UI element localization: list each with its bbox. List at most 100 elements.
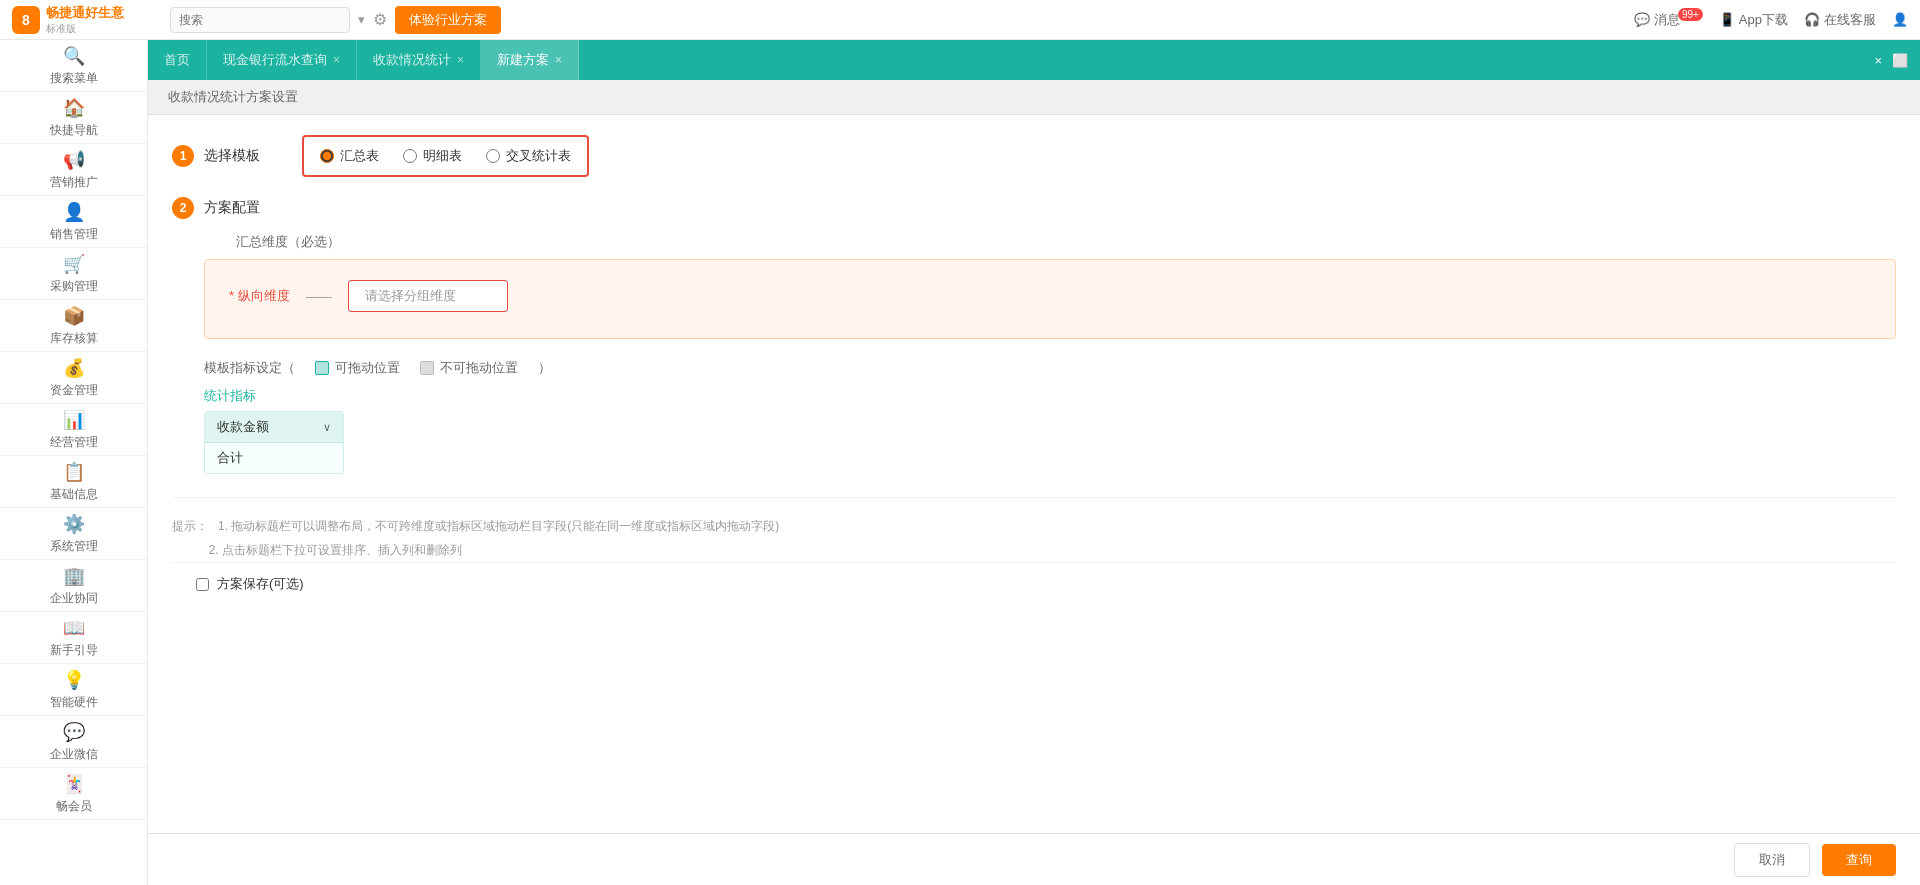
sidebar-item-hardware[interactable]: 💡 智能硬件 (0, 664, 147, 716)
tab-cashflow[interactable]: 现金银行流水查询 × (207, 40, 357, 80)
step2-header: 2 方案配置 (172, 197, 1896, 219)
sidebar-item-guide[interactable]: 📖 新手引导 (0, 612, 147, 664)
dimension-select[interactable]: 请选择分组维度 (348, 280, 508, 312)
query-button[interactable]: 查询 (1822, 844, 1896, 876)
sidebar-item-purchase[interactable]: 🛒 采购管理 (0, 248, 147, 300)
dimension-title: 汇总维度（必选） (236, 233, 1896, 251)
step1-section: 1 选择模板 汇总表 明细表 交叉统计表 (172, 135, 1896, 177)
sidebar-item-label: 采购管理 (50, 278, 98, 295)
sidebar-item-marketing[interactable]: 📢 营销推广 (0, 144, 147, 196)
indicator-col-header[interactable]: 收款金额 ∨ (205, 412, 343, 443)
tab-close-newplan[interactable]: × (555, 53, 562, 67)
tab-home[interactable]: 首页 (148, 40, 207, 80)
wechat-icon: 💬 (63, 721, 85, 743)
chevron-down-icon[interactable]: ▾ (358, 12, 365, 27)
tip-1: 提示： 1. 拖动标题栏可以调整布局，不可跨维度或指标区域拖动栏目字段(只能在同… (172, 514, 1896, 538)
tab-new-plan[interactable]: 新建方案 × (481, 40, 579, 80)
sidebar-item-collab[interactable]: 🏢 企业协同 (0, 560, 147, 612)
hardware-icon: 💡 (63, 669, 85, 691)
member-icon: 🃏 (63, 773, 85, 795)
window-restore-icon[interactable]: ⬜ (1892, 53, 1908, 68)
fixed-color-box (420, 361, 434, 375)
save-label[interactable]: 方案保存(可选) (217, 575, 304, 593)
indicator-section: 模板指标设定（ 可拖动位置 不可拖动位置 ） 统计指标 收款金额 (204, 359, 1896, 477)
sidebar-item-label: 系统管理 (50, 538, 98, 555)
cancel-button[interactable]: 取消 (1734, 843, 1810, 877)
settings-icon[interactable]: ⚙ (373, 10, 387, 29)
management-icon: 📊 (63, 409, 85, 431)
tab-close-cashflow[interactable]: × (333, 53, 340, 67)
template-radio-group: 汇总表 明细表 交叉统计表 (302, 135, 589, 177)
sales-icon: 👤 (63, 201, 85, 223)
sidebar-item-label: 销售管理 (50, 226, 98, 243)
indicator-table: 收款金额 ∨ 合计 (204, 411, 344, 474)
sidebar-item-search[interactable]: 🔍 搜索菜单 (0, 40, 147, 92)
sidebar-item-label: 搜索菜单 (50, 70, 98, 87)
dimension-section: 汇总维度（必选） 纵向维度 —— 请选择分组维度 (204, 233, 1896, 339)
sidebar-item-label: 营销推广 (50, 174, 98, 191)
dimension-box: 纵向维度 —— 请选择分组维度 (204, 259, 1896, 339)
system-icon: ⚙️ (63, 513, 85, 535)
tip-2: 2. 点击标题栏下拉可设置排序、插入列和删除列 (172, 538, 1896, 562)
user-icon: 👤 (1892, 12, 1908, 27)
home-icon: 🏠 (63, 97, 85, 119)
sidebar-item-label: 快捷导航 (50, 122, 98, 139)
tab-close-stats[interactable]: × (457, 53, 464, 67)
message-icon: 💬 (1634, 12, 1650, 27)
vertical-dimension-row: 纵向维度 —— 请选择分组维度 (229, 280, 1871, 312)
guide-icon: 📖 (63, 617, 85, 639)
top-bar-right: 💬 消息 99+ 📱 App下载 🎧 在线客服 👤 (1634, 11, 1908, 29)
sidebar-item-label: 智能硬件 (50, 694, 98, 711)
col-chevron-icon[interactable]: ∨ (323, 421, 331, 434)
sidebar-item-system[interactable]: ⚙️ 系统管理 (0, 508, 147, 560)
main-content: 收款情况统计方案设置 1 选择模板 汇总表 明细表 (148, 80, 1920, 885)
top-bar-middle: ▾ ⚙ 体验行业方案 (160, 6, 1634, 34)
message-item[interactable]: 💬 消息 99+ (1634, 11, 1703, 29)
movable-color-box (315, 361, 329, 375)
search-input[interactable] (170, 7, 350, 33)
collab-icon: 🏢 (63, 565, 85, 587)
sidebar-item-wechat[interactable]: 💬 企业微信 (0, 716, 147, 768)
radio-detail[interactable]: 明细表 (403, 147, 462, 165)
finance-icon: 💰 (63, 357, 85, 379)
sidebar-item-label: 企业微信 (50, 746, 98, 763)
search-icon: 🔍 (63, 45, 85, 67)
sidebar-item-management[interactable]: 📊 经营管理 (0, 404, 147, 456)
radio-summary[interactable]: 汇总表 (320, 147, 379, 165)
industry-button[interactable]: 体验行业方案 (395, 6, 501, 34)
user-avatar[interactable]: 👤 (1892, 12, 1908, 27)
step1-header: 1 选择模板 汇总表 明细表 交叉统计表 (172, 135, 1896, 177)
download-item[interactable]: 📱 App下载 (1719, 11, 1788, 29)
sidebar-item-finance[interactable]: 💰 资金管理 (0, 352, 147, 404)
sidebar-item-member[interactable]: 🃏 畅会员 (0, 768, 147, 820)
download-icon: 📱 (1719, 12, 1735, 27)
sidebar-item-label: 新手引导 (50, 642, 98, 659)
sidebar-item-inventory[interactable]: 📦 库存核算 (0, 300, 147, 352)
sidebar: 🔍 搜索菜单 🏠 快捷导航 📢 营销推广 👤 销售管理 🛒 采购管理 📦 库存核… (0, 40, 148, 885)
step2-section: 2 方案配置 汇总维度（必选） 纵向维度 —— 请选择分组维度 (172, 197, 1896, 562)
radio-cross[interactable]: 交叉统计表 (486, 147, 571, 165)
breadcrumb: 收款情况统计方案设置 (148, 80, 1920, 115)
sidebar-item-home[interactable]: 🏠 快捷导航 (0, 92, 147, 144)
step1-num: 1 (172, 145, 194, 167)
vertical-dim-label: 纵向维度 (229, 287, 290, 305)
tab-bar: 首页 现金银行流水查询 × 收款情况统计 × 新建方案 × × ⬜ (148, 40, 1920, 80)
sidebar-item-sales[interactable]: 👤 销售管理 (0, 196, 147, 248)
service-item[interactable]: 🎧 在线客服 (1804, 11, 1876, 29)
movable-tag: 可拖动位置 (315, 359, 400, 377)
sidebar-item-label: 基础信息 (50, 486, 98, 503)
content-area: 1 选择模板 汇总表 明细表 交叉统计表 (148, 115, 1920, 880)
save-checkbox[interactable] (196, 578, 209, 591)
indicator-header-row: 模板指标设定（ 可拖动位置 不可拖动位置 ） (204, 359, 1896, 377)
basic-icon: 📋 (63, 461, 85, 483)
tab-payment-stats[interactable]: 收款情况统计 × (357, 40, 481, 80)
dim-arrow: —— (306, 289, 332, 304)
tab-bar-actions: × ⬜ (1862, 40, 1920, 80)
logo-text: 畅捷通好生意 (46, 4, 124, 22)
logo-icon: 8 (12, 6, 40, 34)
sidebar-item-label: 资金管理 (50, 382, 98, 399)
marketing-icon: 📢 (63, 149, 85, 171)
window-close-icon[interactable]: × (1874, 53, 1882, 68)
sidebar-item-basic[interactable]: 📋 基础信息 (0, 456, 147, 508)
stat-indicator-label: 统计指标 (204, 387, 1896, 405)
